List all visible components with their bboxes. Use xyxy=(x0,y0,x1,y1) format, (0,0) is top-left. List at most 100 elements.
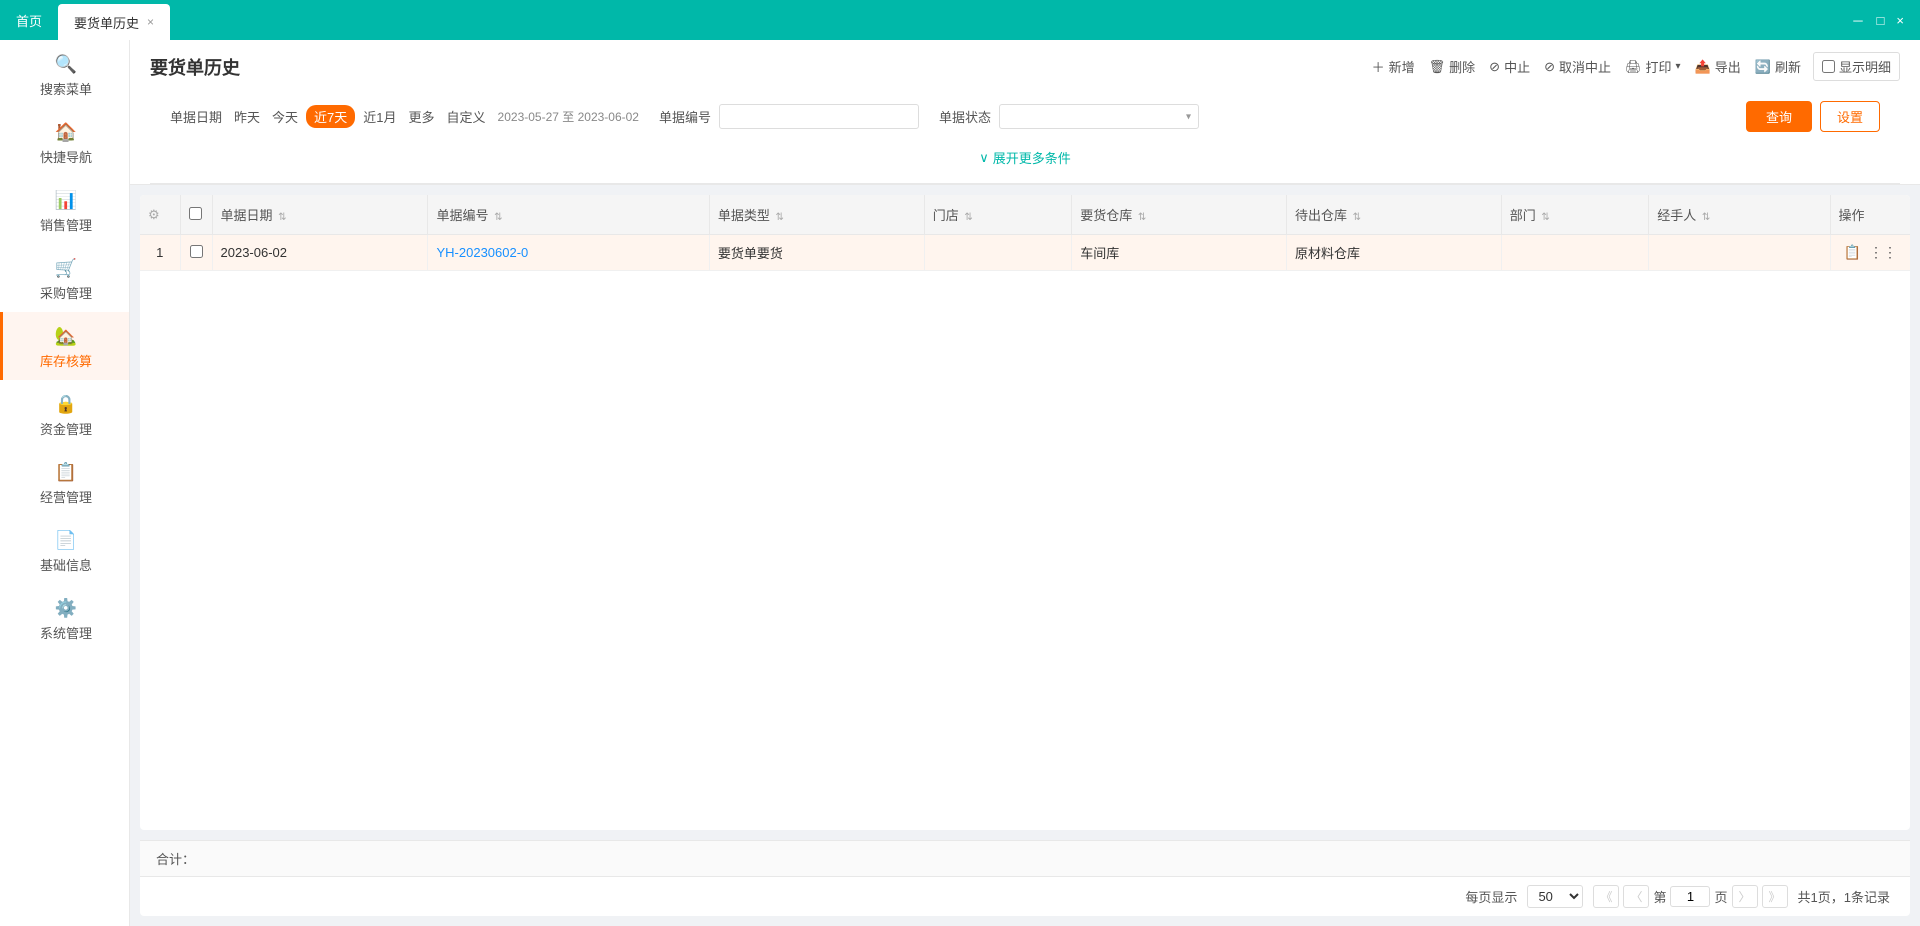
refresh-button[interactable]: 🔄 刷新 xyxy=(1753,53,1803,80)
page-input[interactable] xyxy=(1670,886,1710,907)
row-checkbox[interactable] xyxy=(190,245,203,258)
page-title-row: 要货单历史 ＋ 新增 🗑 删除 ⊘ 中止 ⊘ xyxy=(150,52,1900,81)
top-bar-tabs: 首页 要货单历史 × xyxy=(0,0,170,40)
sidebar-item-finance-mgmt[interactable]: 🔒 资金管理 xyxy=(0,380,129,448)
row-view-icon[interactable]: 📋 xyxy=(1844,244,1861,261)
sidebar-item-sys-mgmt-label: 系统管理 xyxy=(40,623,92,642)
close-icon[interactable]: × xyxy=(1896,13,1904,28)
query-button[interactable]: 查询 xyxy=(1746,101,1812,132)
col-number-sort-icon[interactable]: ⇅ xyxy=(494,212,502,223)
first-page-button[interactable]: 《 xyxy=(1593,885,1619,908)
cancel-stop-button[interactable]: ⊘ 取消中止 xyxy=(1542,53,1613,80)
sidebar-item-ops-mgmt[interactable]: 📋 经营管理 xyxy=(0,448,129,516)
stop-label: 中止 xyxy=(1504,57,1530,76)
date-shortcut-last1month[interactable]: 近1月 xyxy=(359,105,400,128)
show-detail-button[interactable]: 显示明细 xyxy=(1813,52,1900,81)
sidebar-item-sales-mgmt[interactable]: 📊 销售管理 xyxy=(0,176,129,244)
col-number: 单据编号 ⇅ xyxy=(428,195,709,235)
table-header-row: ⚙ 单据日期 ⇅ 单据编号 ⇅ xyxy=(140,195,1910,235)
sidebar-item-ops-mgmt-label: 经营管理 xyxy=(40,487,92,506)
date-shortcut-more[interactable]: 更多 xyxy=(405,105,439,128)
sidebar-item-quick-nav-label: 快捷导航 xyxy=(40,147,92,166)
tab-home-label: 首页 xyxy=(16,11,42,30)
sidebar-item-purchase-mgmt[interactable]: 🛒 采购管理 xyxy=(0,244,129,312)
print-dropdown-icon: ▾ xyxy=(1676,61,1681,72)
next-page-button[interactable]: 〉 xyxy=(1732,885,1758,908)
col-department-label: 部门 xyxy=(1510,208,1536,223)
sidebar-item-purchase-mgmt-label: 采购管理 xyxy=(40,283,92,302)
top-bar: 首页 要货单历史 × － □ × xyxy=(0,0,1920,40)
expand-more-button[interactable]: ∨ 展开更多条件 xyxy=(975,144,1075,171)
col-handler-label: 经手人 xyxy=(1657,208,1696,223)
sidebar: 🔍 搜索菜单 🏠 快捷导航 📊 销售管理 🛒 采购管理 🏡 库存核算 🔒 资金管… xyxy=(0,40,130,926)
print-label: 打印 xyxy=(1646,57,1672,76)
minimize-icon[interactable]: － xyxy=(1852,11,1865,30)
sidebar-item-basic-info-label: 基础信息 xyxy=(40,555,92,574)
date-range: 2023-05-27 至 2023-06-02 xyxy=(498,108,639,125)
sidebar-item-search-menu[interactable]: 🔍 搜索菜单 xyxy=(0,40,129,108)
export-button[interactable]: 📤 导出 xyxy=(1693,53,1743,80)
table-header: ⚙ 单据日期 ⇅ 单据编号 ⇅ xyxy=(140,195,1910,235)
content-area: 要货单历史 ＋ 新增 🗑 删除 ⊘ 中止 ⊘ xyxy=(130,40,1920,926)
col-settings: ⚙ xyxy=(140,195,180,235)
row-index: 1 xyxy=(140,235,180,271)
add-button[interactable]: ＋ 新增 xyxy=(1370,53,1417,80)
search-menu-icon: 🔍 xyxy=(55,54,77,75)
date-shortcut-last7days[interactable]: 近7天 xyxy=(306,105,355,128)
sidebar-item-inventory[interactable]: 🏡 库存核算 xyxy=(0,312,129,380)
stop-button[interactable]: ⊘ 中止 xyxy=(1487,53,1532,80)
prev-page-button[interactable]: 〈 xyxy=(1623,885,1649,908)
sidebar-item-basic-info[interactable]: 📄 基础信息 xyxy=(0,516,129,584)
col-req-warehouse-sort-icon[interactable]: ⇅ xyxy=(1138,212,1146,223)
col-type-sort-icon[interactable]: ⇅ xyxy=(776,212,784,223)
total-info: 共1页，1条记录 xyxy=(1798,887,1890,906)
col-date-sort-icon[interactable]: ⇅ xyxy=(278,212,286,223)
col-checkbox xyxy=(180,195,212,235)
sidebar-item-quick-nav[interactable]: 🏠 快捷导航 xyxy=(0,108,129,176)
row-number-link[interactable]: YH-20230602-0 xyxy=(436,245,528,260)
date-shortcut-custom[interactable]: 自定义 xyxy=(443,105,490,128)
col-req-warehouse-label: 要货仓库 xyxy=(1080,208,1132,223)
row-handler xyxy=(1649,235,1830,271)
delete-button[interactable]: 🗑 删除 xyxy=(1427,53,1478,80)
date-shortcut-yesterday[interactable]: 昨天 xyxy=(230,105,264,128)
page-size-select[interactable]: 20 50 100 200 xyxy=(1527,885,1583,908)
date-filter-group: 单据日期 昨天 今天 近7天 近1月 更多 自定义 2023-05-27 至 2… xyxy=(170,105,639,128)
table-footer: 合计： xyxy=(140,840,1910,876)
toolbar: ＋ 新增 🗑 删除 ⊘ 中止 ⊘ 取消中止 xyxy=(1370,52,1900,81)
row-more-icon[interactable]: ⋮⋮ xyxy=(1869,244,1897,261)
order-number-input[interactable] xyxy=(719,104,919,129)
sidebar-item-inventory-label: 库存核算 xyxy=(40,351,92,370)
export-label: 导出 xyxy=(1715,57,1741,76)
tab-home[interactable]: 首页 xyxy=(0,0,58,40)
date-shortcut-today[interactable]: 今天 xyxy=(268,105,302,128)
status-select[interactable] xyxy=(999,104,1199,129)
col-req-warehouse: 要货仓库 ⇅ xyxy=(1072,195,1287,235)
table-settings-icon[interactable]: ⚙ xyxy=(148,207,160,222)
print-icon: 🖨 xyxy=(1625,59,1642,75)
sidebar-item-sys-mgmt[interactable]: ⚙️ 系统管理 xyxy=(0,584,129,652)
col-dest-warehouse-sort-icon[interactable]: ⇅ xyxy=(1353,212,1361,223)
col-department-sort-icon[interactable]: ⇅ xyxy=(1541,212,1549,223)
col-store-sort-icon[interactable]: ⇅ xyxy=(964,212,972,223)
row-department xyxy=(1501,235,1649,271)
tab-requisition-history[interactable]: 要货单历史 × xyxy=(58,4,170,40)
col-store: 门店 ⇅ xyxy=(924,195,1072,235)
last-page-button[interactable]: 》 xyxy=(1762,885,1788,908)
order-number-filter-group: 单据编号 xyxy=(659,104,919,129)
status-label: 单据状态 xyxy=(939,107,991,126)
date-label: 单据日期 xyxy=(170,107,222,126)
expand-more-icon: ∨ xyxy=(979,150,989,166)
select-all-checkbox[interactable] xyxy=(189,207,202,220)
quick-nav-icon: 🏠 xyxy=(55,122,77,143)
show-detail-checkbox[interactable] xyxy=(1822,60,1835,73)
sales-mgmt-icon: 📊 xyxy=(55,190,77,211)
ops-mgmt-icon: 📋 xyxy=(55,462,77,483)
maximize-icon[interactable]: □ xyxy=(1877,13,1885,28)
col-handler-sort-icon[interactable]: ⇅ xyxy=(1702,212,1710,223)
tab-close-icon[interactable]: × xyxy=(147,15,154,29)
settings-button[interactable]: 设置 xyxy=(1820,101,1880,132)
print-button[interactable]: 🖨 打印 ▾ xyxy=(1623,53,1683,80)
main-layout: 🔍 搜索菜单 🏠 快捷导航 📊 销售管理 🛒 采购管理 🏡 库存核算 🔒 资金管… xyxy=(0,40,1920,926)
row-actions: 📋 ⋮⋮ xyxy=(1830,235,1910,271)
